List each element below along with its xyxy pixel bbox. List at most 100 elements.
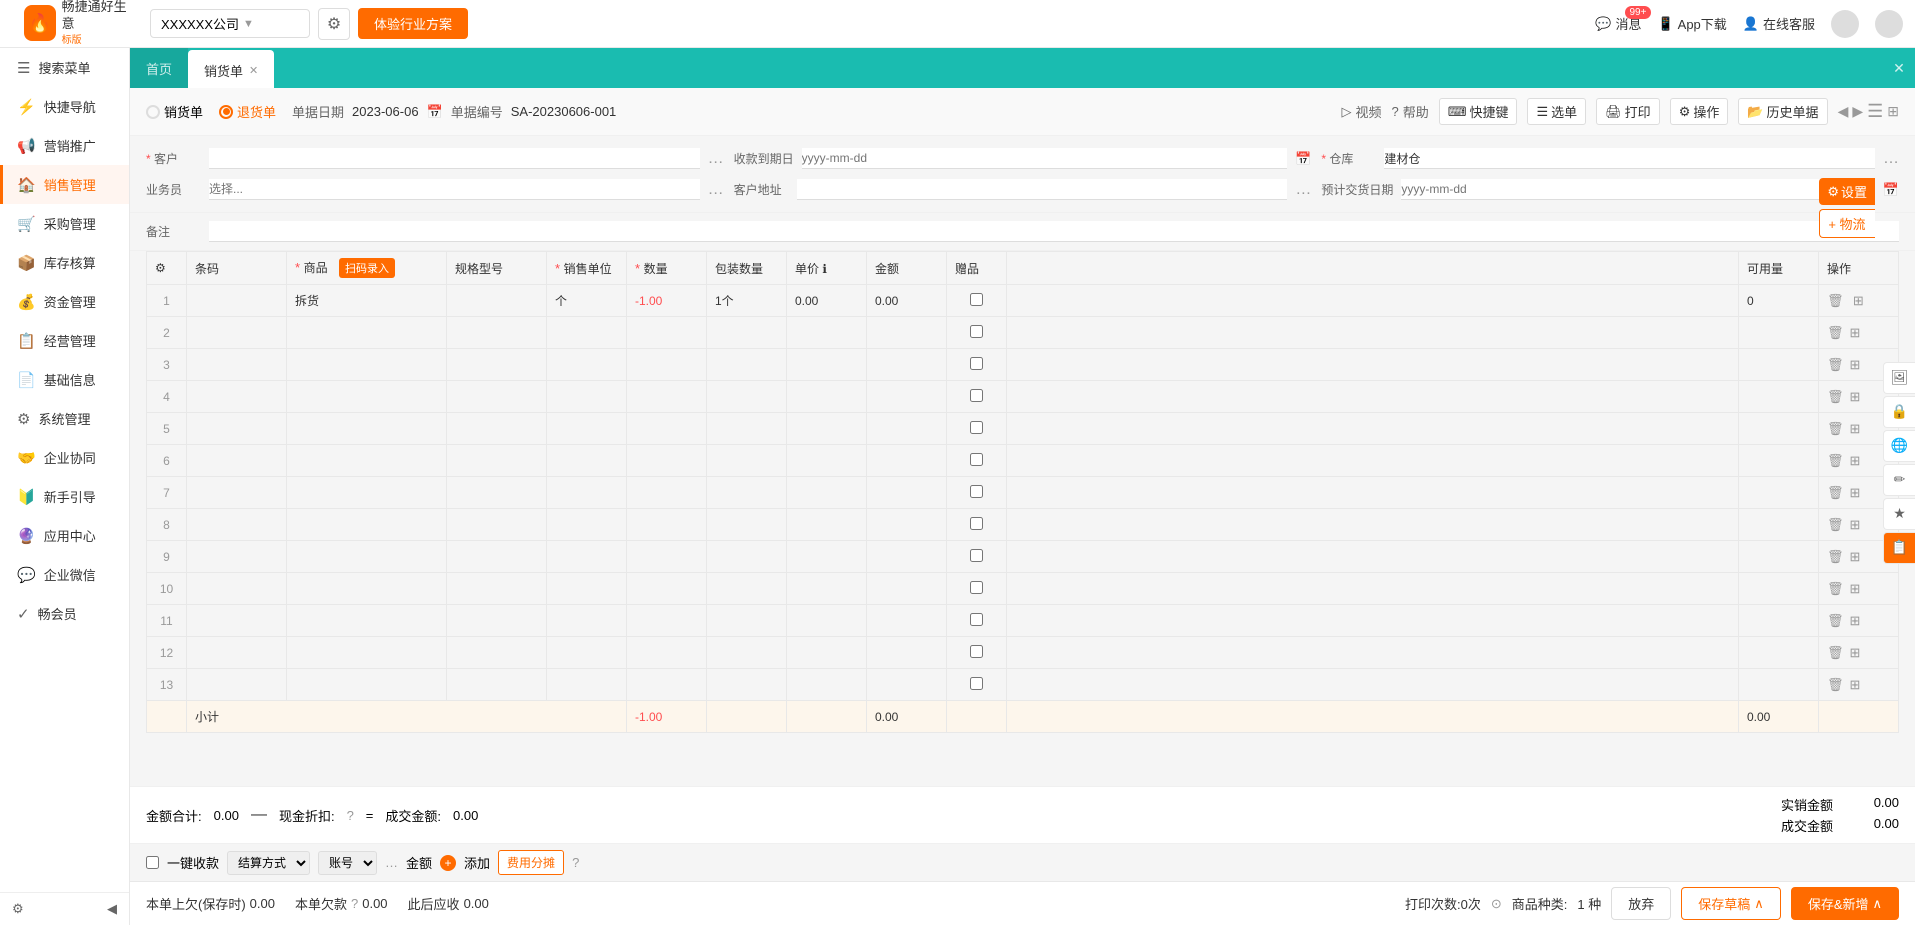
copy-icon[interactable]: ⊞ [1850, 549, 1861, 564]
calc-method-select[interactable]: 结算方式 [227, 851, 310, 875]
sidebar-item-enterprise[interactable]: 🤝 企业协同 [0, 438, 129, 477]
delete-icon[interactable]: 🗑 [1827, 485, 1844, 500]
delete-icon[interactable]: 🗑 [1827, 581, 1844, 596]
delete-icon[interactable]: 🗑 [1827, 645, 1844, 660]
delete-icon[interactable]: 🗑 [1827, 325, 1844, 340]
expected-date-input[interactable] [1401, 179, 1874, 200]
tab-sales-order[interactable]: 销货单 ✕ [188, 50, 274, 90]
save-draft-chevron[interactable]: ∧ [1754, 896, 1764, 912]
tool-operate[interactable]: ⚙ 操作 [1670, 98, 1729, 125]
logistics-btn[interactable]: + 物流 [1819, 209, 1875, 238]
radio-sales[interactable]: 销货单 [146, 102, 203, 121]
sidebar-collapse-icon[interactable]: ◀ [107, 901, 117, 917]
doc-settings-btn[interactable]: ⚙ 设置 [1819, 178, 1875, 205]
calendar-icon[interactable]: 📅 [427, 104, 443, 120]
copy-icon[interactable]: ⊞ [1850, 581, 1861, 596]
copy-icon[interactable]: ⊞ [1850, 357, 1861, 372]
copy-icon[interactable]: ⊞ [1850, 389, 1861, 404]
window-close-btn[interactable]: ✕ [1883, 52, 1915, 84]
sidebar-item-finance[interactable]: 💰 资金管理 [0, 282, 129, 321]
calendar-icon-due[interactable]: 📅 [1295, 151, 1311, 167]
nav-prev-icon[interactable]: ◀ [1838, 103, 1849, 120]
sidebar-item-app-center[interactable]: 🔮 应用中心 [0, 516, 129, 555]
add-payment-btn[interactable]: + [440, 855, 456, 871]
one-click-checkbox[interactable] [146, 856, 159, 869]
delete-icon[interactable]: 🗑 [1827, 517, 1844, 532]
nav-next-icon[interactable]: ▶ [1852, 103, 1863, 120]
copy-icon[interactable]: ⊞ [1850, 677, 1861, 692]
col-settings[interactable]: ⚙ [147, 252, 187, 285]
avatar[interactable] [1831, 10, 1859, 38]
sidebar-item-sales[interactable]: 🏠 销售管理 [0, 165, 129, 204]
tool-history[interactable]: 📂 历史单据 [1738, 98, 1827, 125]
warehouse-input[interactable] [1384, 148, 1875, 169]
warehouse-dots[interactable]: … [1883, 150, 1899, 168]
sidebar-settings-icon[interactable]: ⚙ [12, 901, 24, 917]
calendar-icon-expected[interactable]: 📅 [1883, 182, 1899, 198]
copy-icon[interactable]: ⊞ [1850, 517, 1861, 532]
discount-question[interactable]: ? [347, 808, 354, 823]
view-list-icon[interactable]: ☰ [1867, 101, 1883, 122]
settings-btn[interactable]: ⚙ [318, 8, 350, 40]
delete-icon[interactable]: 🗑 [1827, 357, 1844, 372]
right-tool-edit[interactable]: ✏ [1883, 464, 1915, 496]
copy-icon[interactable]: ⊞ [1850, 645, 1861, 660]
salesperson-dots[interactable]: … [708, 181, 724, 199]
trial-btn[interactable]: 体验行业方案 [358, 8, 468, 39]
right-tool-lock[interactable]: 🔒 [1883, 396, 1915, 428]
tab-close-icon[interactable]: ✕ [249, 64, 258, 77]
sidebar-item-wechat[interactable]: 💬 企业微信 [0, 555, 129, 594]
sidebar-item-marketing[interactable]: 📢 营销推广 [0, 126, 129, 165]
right-tool-image[interactable]: 🖼 [1883, 362, 1915, 394]
delete-icon[interactable]: 🗑 [1827, 677, 1844, 692]
delete-icon-1[interactable]: 🗑 [1827, 293, 1844, 308]
sidebar-item-operations[interactable]: 📋 经营管理 [0, 321, 129, 360]
abandon-btn[interactable]: 放弃 [1611, 887, 1671, 920]
tool-print[interactable]: 🖨 打印 [1596, 98, 1660, 125]
copy-icon-1[interactable]: ⊞ [1853, 293, 1864, 308]
radio-return[interactable]: 退货单 [219, 102, 276, 121]
sidebar-item-member[interactable]: ✓ 畅会员 [0, 594, 129, 633]
total-owe-question[interactable]: ? [351, 896, 358, 911]
copy-icon[interactable]: ⊞ [1850, 485, 1861, 500]
customer-input[interactable] [209, 148, 700, 169]
sidebar-item-basic[interactable]: 📄 基础信息 [0, 360, 129, 399]
save-draft-btn[interactable]: 保存草稿 ∧ [1681, 887, 1781, 920]
sidebar-item-system[interactable]: ⚙ 系统管理 [0, 399, 129, 438]
sidebar-item-guide[interactable]: 🔰 新手引导 [0, 477, 129, 516]
uprice-1[interactable]: 0.00 [787, 285, 867, 317]
delete-icon[interactable]: 🗑 [1827, 613, 1844, 628]
save-new-chevron[interactable]: ∧ [1872, 896, 1882, 912]
amount-field-dots[interactable]: … [385, 855, 398, 870]
copy-icon[interactable]: ⊞ [1850, 613, 1861, 628]
remarks-input[interactable] [209, 221, 1899, 242]
sidebar-item-quick-nav[interactable]: ⚡ 快捷导航 [0, 87, 129, 126]
view-grid-icon[interactable]: ⊞ [1887, 103, 1899, 120]
sidebar-item-inventory[interactable]: 📦 库存核算 [0, 243, 129, 282]
barcode-1[interactable] [187, 285, 287, 317]
copy-icon[interactable]: ⊞ [1850, 421, 1861, 436]
messages-btn[interactable]: 💬 消息 99+ [1595, 14, 1641, 33]
salesperson-input[interactable] [209, 179, 700, 200]
delete-icon[interactable]: 🗑 [1827, 389, 1844, 404]
delete-icon[interactable]: 🗑 [1827, 453, 1844, 468]
sidebar-item-purchase[interactable]: 🛒 采购管理 [0, 204, 129, 243]
app-download-btn[interactable]: 📱 App下载 [1657, 14, 1726, 33]
right-tool-globe[interactable]: 🌐 [1883, 430, 1915, 462]
sidebar-item-search[interactable]: ☰ 搜索菜单 [0, 48, 129, 87]
expense-question[interactable]: ? [572, 855, 579, 870]
expense-split-btn[interactable]: 费用分摊 [498, 850, 564, 875]
online-service-btn[interactable]: 👤 在线客服 [1743, 14, 1815, 33]
delete-icon[interactable]: 🗑 [1827, 549, 1844, 564]
customer-addr-input[interactable] [797, 179, 1288, 200]
account-select[interactable]: 账号 [318, 851, 377, 875]
copy-icon[interactable]: ⊞ [1850, 325, 1861, 340]
qty-1[interactable]: -1.00 [627, 285, 707, 317]
tab-home[interactable]: 首页 [130, 48, 188, 88]
spec-1[interactable] [447, 285, 547, 317]
company-selector[interactable]: XXXXXX公司 ▼ [150, 9, 310, 38]
customer-dots[interactable]: … [708, 150, 724, 168]
due-date-input[interactable] [802, 148, 1287, 169]
tool-help[interactable]: ? 帮助 [1391, 102, 1428, 121]
tool-shortcut[interactable]: ⌨ 快捷键 [1439, 98, 1518, 125]
